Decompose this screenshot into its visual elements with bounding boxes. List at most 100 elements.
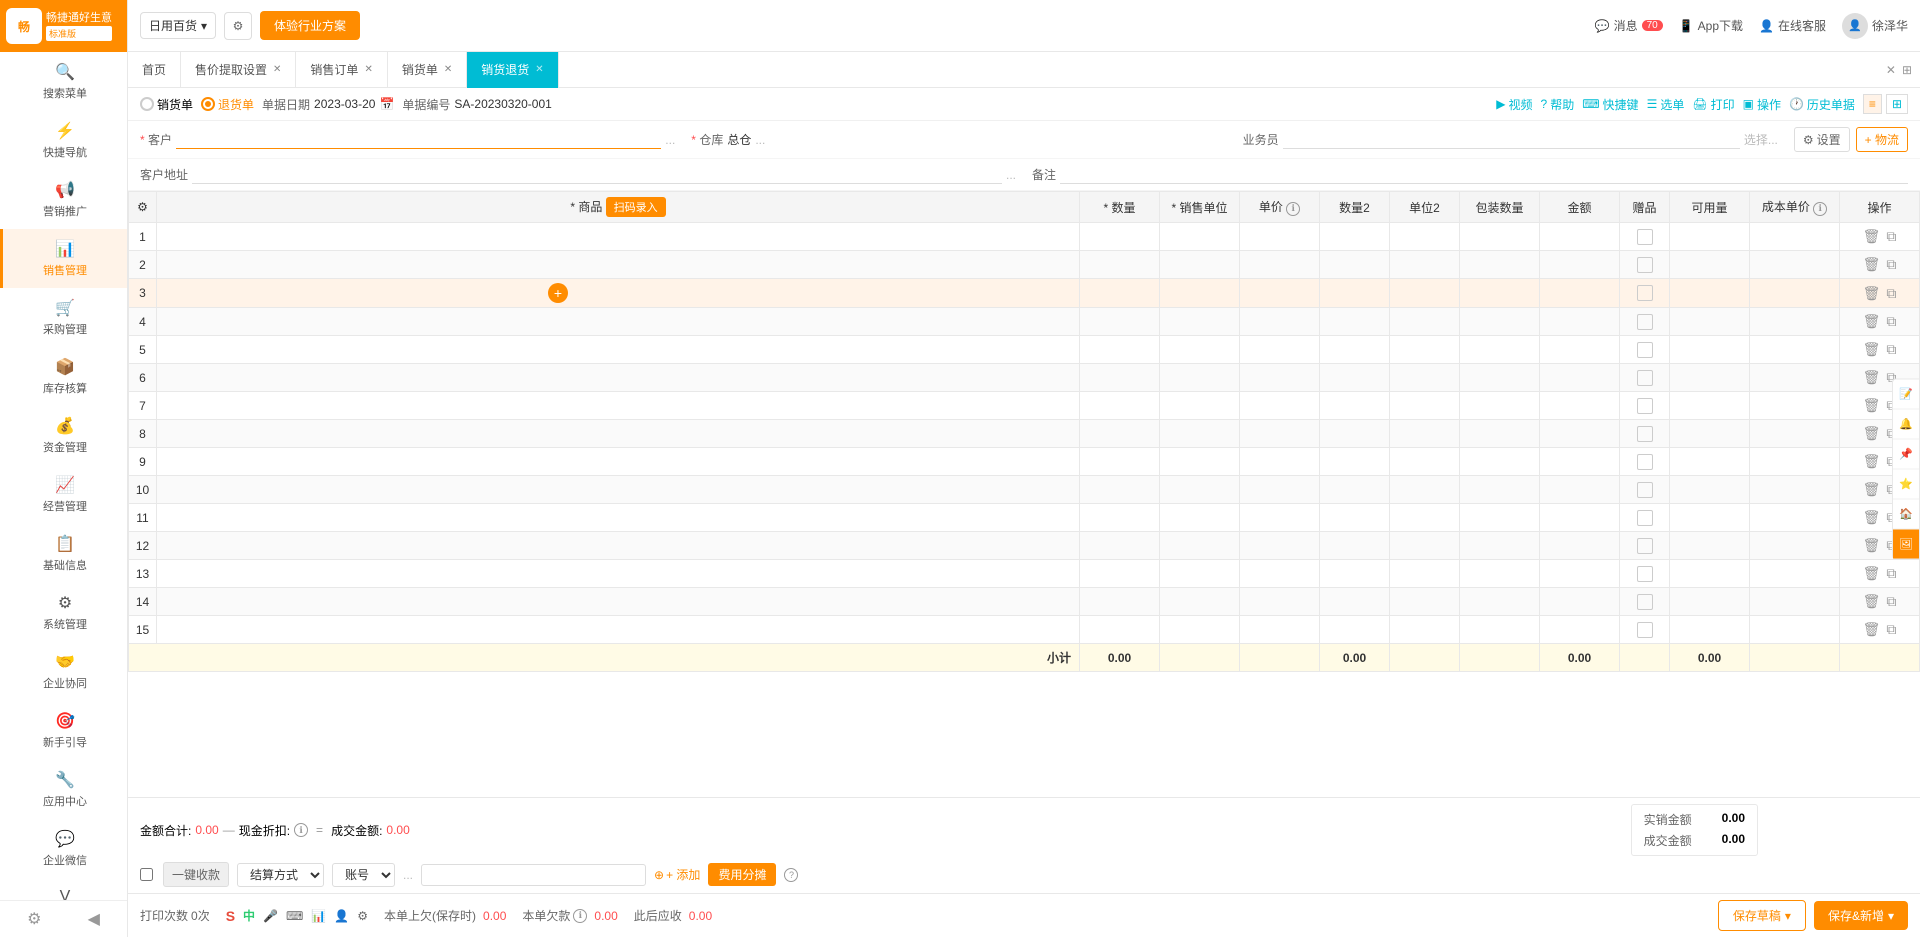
unit-cell-6[interactable] bbox=[1160, 364, 1240, 392]
sidebar-item-5[interactable]: 📦库存核算 bbox=[0, 347, 127, 406]
cash-discount-info[interactable]: ℹ bbox=[294, 823, 308, 837]
online-service-btn[interactable]: 👤 在线客服 bbox=[1759, 17, 1826, 34]
pack-cell-9[interactable] bbox=[1460, 448, 1540, 476]
gift-cell-3[interactable] bbox=[1620, 279, 1670, 308]
cost-cell-12[interactable] bbox=[1750, 532, 1840, 560]
qty2-cell-12[interactable] bbox=[1320, 532, 1390, 560]
price-cell-3[interactable] bbox=[1240, 279, 1320, 308]
unit-cell-9[interactable] bbox=[1160, 448, 1240, 476]
copy-icon-1[interactable]: ⧉ bbox=[1886, 228, 1896, 245]
qty-cell-4[interactable] bbox=[1080, 308, 1160, 336]
sidebar-item-14[interactable]: V畅会员 bbox=[0, 878, 127, 900]
gift-cell-4[interactable] bbox=[1620, 308, 1670, 336]
tab-close-4[interactable]: ✕ bbox=[535, 64, 543, 75]
cost-cell-7[interactable] bbox=[1750, 392, 1840, 420]
customer-input[interactable] bbox=[176, 130, 661, 149]
pack-cell-8[interactable] bbox=[1460, 420, 1540, 448]
tab-4[interactable]: 销货退货✕ bbox=[467, 52, 558, 88]
copy-icon-4[interactable]: ⧉ bbox=[1886, 313, 1896, 330]
gift-checkbox-4[interactable] bbox=[1637, 314, 1653, 330]
price-cell-1[interactable] bbox=[1240, 223, 1320, 251]
unit-cell-14[interactable] bbox=[1160, 588, 1240, 616]
amount-cell-13[interactable] bbox=[1540, 560, 1620, 588]
quick-pin-btn[interactable]: 📌 bbox=[1893, 439, 1919, 469]
cost-cell-5[interactable] bbox=[1750, 336, 1840, 364]
app-download-btn[interactable]: 📱 App下载 bbox=[1679, 17, 1743, 34]
available-cell-3[interactable] bbox=[1670, 279, 1750, 308]
cost-cell-15[interactable] bbox=[1750, 616, 1840, 644]
qty-cell-11[interactable] bbox=[1080, 504, 1160, 532]
sidebar-item-0[interactable]: 🔍搜索菜单 bbox=[0, 52, 127, 111]
grid-view-btn[interactable]: ⊞ bbox=[1886, 94, 1908, 114]
available-cell-13[interactable] bbox=[1670, 560, 1750, 588]
cost-cell-4[interactable] bbox=[1750, 308, 1840, 336]
amount-cell-4[interactable] bbox=[1540, 308, 1620, 336]
pack-cell-5[interactable] bbox=[1460, 336, 1540, 364]
sidebar-item-12[interactable]: 🔧应用中心 bbox=[0, 760, 127, 819]
price-cell-12[interactable] bbox=[1240, 532, 1320, 560]
available-cell-2[interactable] bbox=[1670, 251, 1750, 279]
user-profile[interactable]: 👤 徐泽华 bbox=[1842, 13, 1908, 39]
delete-icon-10[interactable]: 🗑 bbox=[1863, 481, 1881, 498]
pack-cell-2[interactable] bbox=[1460, 251, 1540, 279]
amount-cell-5[interactable] bbox=[1540, 336, 1620, 364]
qty-cell-9[interactable] bbox=[1080, 448, 1160, 476]
amount-cell-15[interactable] bbox=[1540, 616, 1620, 644]
cost-cell-11[interactable] bbox=[1750, 504, 1840, 532]
gear-button[interactable]: ⚙ bbox=[224, 12, 252, 40]
unit2-cell-8[interactable] bbox=[1390, 420, 1460, 448]
save-new-button[interactable]: 保存&新增 ▾ bbox=[1814, 901, 1908, 930]
price-cell-6[interactable] bbox=[1240, 364, 1320, 392]
unit2-cell-7[interactable] bbox=[1390, 392, 1460, 420]
gift-cell-1[interactable] bbox=[1620, 223, 1670, 251]
pack-cell-10[interactable] bbox=[1460, 476, 1540, 504]
available-cell-4[interactable] bbox=[1670, 308, 1750, 336]
price-cell-2[interactable] bbox=[1240, 251, 1320, 279]
unit2-cell-4[interactable] bbox=[1390, 308, 1460, 336]
gift-cell-7[interactable] bbox=[1620, 392, 1670, 420]
save-draft-button[interactable]: 保存草稿 ▾ bbox=[1718, 900, 1806, 931]
sidebar-item-11[interactable]: 🎯新手引导 bbox=[0, 701, 127, 760]
price-cell-11[interactable] bbox=[1240, 504, 1320, 532]
sidebar-item-8[interactable]: 📋基础信息 bbox=[0, 524, 127, 583]
gift-cell-14[interactable] bbox=[1620, 588, 1670, 616]
cost-cell-10[interactable] bbox=[1750, 476, 1840, 504]
col-settings[interactable]: ⚙ bbox=[129, 192, 157, 223]
pack-cell-15[interactable] bbox=[1460, 616, 1540, 644]
qty-cell-7[interactable] bbox=[1080, 392, 1160, 420]
copy-icon-5[interactable]: ⧉ bbox=[1886, 341, 1896, 358]
salesperson-input[interactable] bbox=[1283, 130, 1740, 149]
delete-icon-2[interactable]: 🗑 bbox=[1863, 256, 1881, 273]
logistics-button[interactable]: + 物流 bbox=[1856, 127, 1908, 152]
add-payment-btn[interactable]: ⊕ + 添加 bbox=[654, 866, 700, 883]
qty-cell-6[interactable] bbox=[1080, 364, 1160, 392]
delete-icon-15[interactable]: 🗑 bbox=[1863, 621, 1881, 638]
cost-cell-14[interactable] bbox=[1750, 588, 1840, 616]
pack-cell-11[interactable] bbox=[1460, 504, 1540, 532]
qty2-cell-6[interactable] bbox=[1320, 364, 1390, 392]
qty2-cell-11[interactable] bbox=[1320, 504, 1390, 532]
gift-checkbox-15[interactable] bbox=[1637, 622, 1653, 638]
pack-cell-14[interactable] bbox=[1460, 588, 1540, 616]
delete-icon-3[interactable]: 🗑 bbox=[1863, 285, 1881, 302]
gift-cell-2[interactable] bbox=[1620, 251, 1670, 279]
delete-icon-11[interactable]: 🗑 bbox=[1863, 509, 1881, 526]
delete-icon-14[interactable]: 🗑 bbox=[1863, 593, 1881, 610]
unit2-cell-6[interactable] bbox=[1390, 364, 1460, 392]
product-cell-14[interactable] bbox=[157, 588, 1080, 616]
sidebar-item-7[interactable]: 📈经营管理 bbox=[0, 465, 127, 524]
tab-0[interactable]: 首页 bbox=[128, 52, 181, 88]
gift-checkbox-5[interactable] bbox=[1637, 342, 1653, 358]
quick-gallery-btn[interactable]: 🖼 bbox=[1893, 529, 1919, 558]
qty-cell-1[interactable] bbox=[1080, 223, 1160, 251]
experience-btn[interactable]: 体验行业方案 bbox=[260, 11, 360, 40]
unit2-cell-1[interactable] bbox=[1390, 223, 1460, 251]
product-cell-15[interactable] bbox=[157, 616, 1080, 644]
quick-star-btn[interactable]: ⭐ bbox=[1893, 469, 1919, 499]
qty-cell-5[interactable] bbox=[1080, 336, 1160, 364]
copy-icon-2[interactable]: ⧉ bbox=[1886, 256, 1896, 273]
available-cell-1[interactable] bbox=[1670, 223, 1750, 251]
available-cell-5[interactable] bbox=[1670, 336, 1750, 364]
amount-cell-9[interactable] bbox=[1540, 448, 1620, 476]
delete-icon-5[interactable]: 🗑 bbox=[1863, 341, 1881, 358]
